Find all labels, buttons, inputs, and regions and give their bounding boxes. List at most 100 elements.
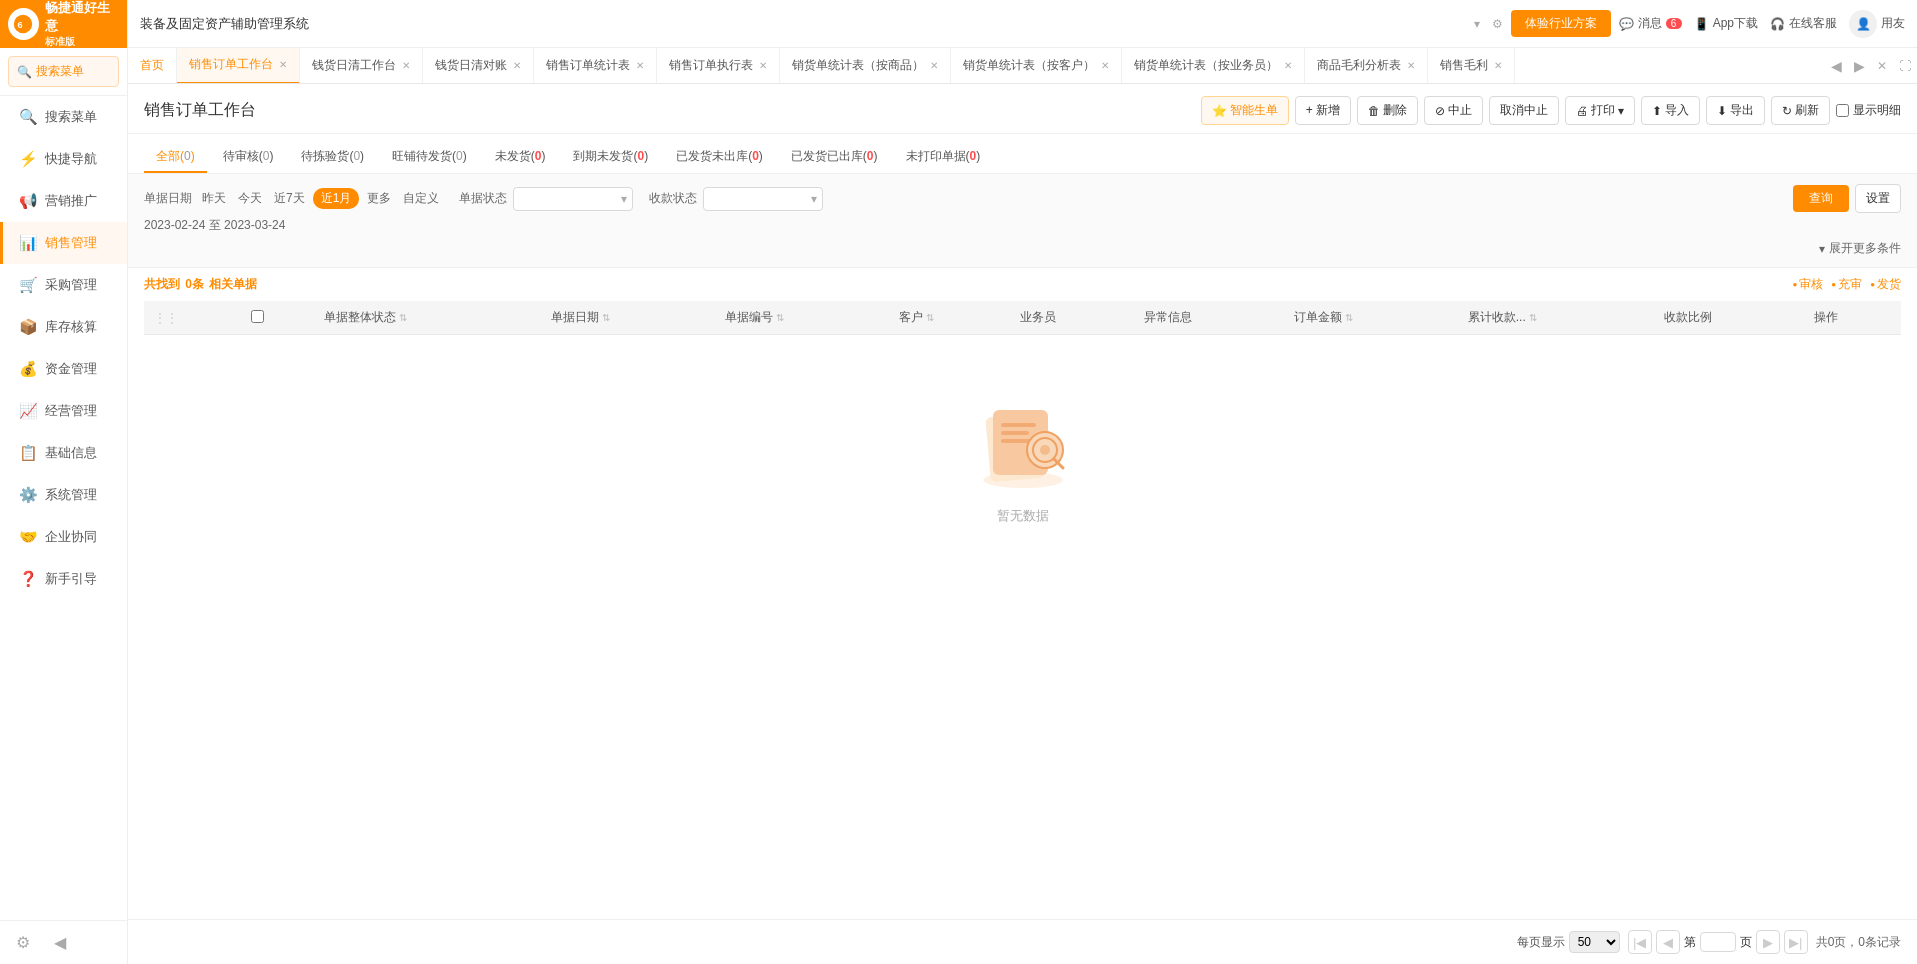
ai-generate-button[interactable]: ⭐ 智能生单 bbox=[1201, 96, 1289, 125]
setting-button[interactable]: 设置 bbox=[1855, 184, 1901, 213]
sidebar-item-marketing[interactable]: 📢营销推广 bbox=[0, 180, 127, 222]
date-opt-昨天[interactable]: 昨天 bbox=[198, 188, 230, 209]
app-download-action[interactable]: 📱 App下载 bbox=[1694, 15, 1758, 32]
tab-close-cash-daily[interactable]: ✕ bbox=[402, 60, 410, 71]
batch-btn-充审[interactable]: 充审 bbox=[1831, 276, 1862, 293]
industry-solution-button[interactable]: 体验行业方案 bbox=[1511, 10, 1611, 37]
tab-close-sales-workbench[interactable]: ✕ bbox=[279, 59, 287, 70]
tab-sales-stats[interactable]: 销售订单统计表✕ bbox=[534, 48, 657, 84]
tab-close-sales-profit[interactable]: ✕ bbox=[1494, 60, 1502, 71]
last-page-btn[interactable]: ▶| bbox=[1784, 930, 1808, 954]
select-all-checkbox[interactable] bbox=[251, 310, 264, 323]
import-button[interactable]: ⬆ 导入 bbox=[1641, 96, 1700, 125]
sidebar-nav: 🔍搜索菜单⚡快捷导航📢营销推广📊销售管理🛒采购管理📦库存核算💰资金管理📈经营管理… bbox=[0, 96, 127, 600]
cancel-stop-button[interactable]: 取消中止 bbox=[1489, 96, 1559, 125]
sidebar-item-guide[interactable]: ❓新手引导 bbox=[0, 558, 127, 600]
tab-close-sales-summary-staff[interactable]: ✕ bbox=[1284, 60, 1292, 71]
sidebar-item-quick-nav[interactable]: ⚡快捷导航 bbox=[0, 138, 127, 180]
first-page-btn[interactable]: |◀ bbox=[1628, 930, 1652, 954]
sub-tab-not-shipped[interactable]: 未发货(0) bbox=[483, 142, 558, 173]
date-opt-自定义[interactable]: 自定义 bbox=[399, 188, 443, 209]
tab-close-sales-summary-product[interactable]: ✕ bbox=[930, 60, 938, 71]
show-detail-label[interactable]: 显示明细 bbox=[1836, 102, 1901, 119]
next-page-btn[interactable]: ▶ bbox=[1756, 930, 1780, 954]
sidebar-item-system[interactable]: ⚙️系统管理 bbox=[0, 474, 127, 516]
sub-tab-shipped-out[interactable]: 已发货已出库(0) bbox=[779, 142, 890, 173]
date-opt-近7天[interactable]: 近7天 bbox=[270, 188, 309, 209]
system-settings-icon[interactable]: ⚙ bbox=[1492, 17, 1503, 31]
settings-button[interactable]: ⚙ bbox=[8, 929, 38, 956]
sub-tab-not-printed[interactable]: 未打印单据(0) bbox=[894, 142, 993, 173]
sidebar-item-inventory[interactable]: 📦库存核算 bbox=[0, 306, 127, 348]
tab-nav-next[interactable]: ▶ bbox=[1848, 48, 1871, 84]
tab-close-margin-analysis[interactable]: ✕ bbox=[1407, 60, 1415, 71]
tab-close-cash-reconcile[interactable]: ✕ bbox=[513, 60, 521, 71]
search-menu-button[interactable]: 🔍 搜索菜单 bbox=[8, 56, 119, 87]
batch-btn-审核[interactable]: 审核 bbox=[1792, 276, 1823, 293]
refresh-button[interactable]: ↻ 刷新 bbox=[1771, 96, 1830, 125]
sidebar-item-finance[interactable]: 💰资金管理 bbox=[0, 348, 127, 390]
sidebar-item-search[interactable]: 🔍搜索菜单 bbox=[0, 96, 127, 138]
message-action[interactable]: 💬 消息 6 bbox=[1619, 15, 1682, 32]
add-button[interactable]: + 新增 bbox=[1295, 96, 1351, 125]
query-button[interactable]: 查询 bbox=[1793, 185, 1849, 212]
tab-home[interactable]: 首页 bbox=[128, 48, 177, 84]
date-opt-近1月[interactable]: 近1月 bbox=[313, 188, 360, 209]
system-dropdown-icon[interactable]: ▾ bbox=[1474, 17, 1480, 31]
col-header-collected[interactable]: 累计收款...⇅ bbox=[1458, 301, 1654, 335]
col-header-customer[interactable]: 客户⇅ bbox=[889, 301, 1010, 335]
sidebar-item-base-info[interactable]: 📋基础信息 bbox=[0, 432, 127, 474]
per-page-select[interactable]: 102050100 bbox=[1569, 931, 1620, 953]
sidebar-item-purchase[interactable]: 🛒采购管理 bbox=[0, 264, 127, 306]
tab-sales-summary-customer[interactable]: 销货单统计表（按客户）✕ bbox=[951, 48, 1122, 84]
fullscreen-button[interactable]: ⛶ bbox=[1893, 48, 1917, 84]
payment-select[interactable] bbox=[703, 187, 823, 211]
sub-tab-shipped-not-out[interactable]: 已发货未出库(0) bbox=[664, 142, 775, 173]
page-header: 销售订单工作台 ⭐ 智能生单 + 新增 🗑 删除 ⊘ 中止 取消中止 🖨 bbox=[128, 84, 1917, 134]
tab-sales-workbench[interactable]: 销售订单工作台✕ bbox=[177, 48, 300, 84]
delete-button[interactable]: 🗑 删除 bbox=[1357, 96, 1418, 125]
tab-label-cash-daily: 钱货日清工作台 bbox=[312, 57, 396, 74]
print-button[interactable]: 🖨 打印 ▾ bbox=[1565, 96, 1635, 125]
tab-nav-prev[interactable]: ◀ bbox=[1825, 48, 1848, 84]
prev-page-btn[interactable]: ◀ bbox=[1656, 930, 1680, 954]
tab-sales-exec[interactable]: 销售订单执行表✕ bbox=[657, 48, 780, 84]
user-action[interactable]: 👤 用友 bbox=[1849, 10, 1905, 38]
tab-margin-analysis[interactable]: 商品毛利分析表✕ bbox=[1305, 48, 1428, 84]
sub-tab-label-not-printed: 未打印单据(0) bbox=[906, 149, 981, 163]
close-all-tabs[interactable]: ✕ bbox=[1871, 48, 1893, 84]
tab-cash-daily[interactable]: 钱货日清工作台 ✕ bbox=[300, 48, 423, 84]
collapse-button[interactable]: ◀ bbox=[46, 929, 74, 956]
sub-tab-overdue-not-shipped[interactable]: 到期未发货(0) bbox=[561, 142, 660, 173]
batch-btn-发货[interactable]: 发货 bbox=[1870, 276, 1901, 293]
expand-conditions-btn[interactable]: ▾ 展开更多条件 bbox=[1819, 240, 1901, 257]
col-header-date[interactable]: 单据日期⇅ bbox=[541, 301, 715, 335]
sidebar-item-sales[interactable]: 📊销售管理 bbox=[0, 222, 127, 264]
date-opt-更多[interactable]: 更多 bbox=[363, 188, 395, 209]
show-detail-checkbox[interactable] bbox=[1836, 104, 1849, 117]
page-number-input[interactable]: 1 bbox=[1700, 932, 1736, 952]
status-select[interactable] bbox=[513, 187, 633, 211]
stop-button[interactable]: ⊘ 中止 bbox=[1424, 96, 1483, 125]
tab-close-sales-stats[interactable]: ✕ bbox=[636, 60, 644, 71]
sub-tab-pending-inspect[interactable]: 待拣验货(0) bbox=[289, 142, 376, 173]
sidebar-item-enterprise[interactable]: 🤝企业协同 bbox=[0, 516, 127, 558]
sub-tab-all[interactable]: 全部(0) bbox=[144, 142, 207, 173]
col-header-status[interactable]: 单据整体状态⇅ bbox=[314, 301, 541, 335]
col-header-amount[interactable]: 订单金额⇅ bbox=[1284, 301, 1458, 335]
tab-sales-summary-staff[interactable]: 销货单统计表（按业务员）✕ bbox=[1122, 48, 1305, 84]
online-service-action[interactable]: 🎧 在线客服 bbox=[1770, 15, 1837, 32]
sub-tab-wangpu-pending[interactable]: 旺铺待发货(0) bbox=[380, 142, 479, 173]
system-title: 装备及固定资产辅助管理系统 bbox=[140, 15, 1466, 33]
col-header-number[interactable]: 单据编号⇅ bbox=[715, 301, 889, 335]
tab-close-sales-exec[interactable]: ✕ bbox=[759, 60, 767, 71]
date-opt-今天[interactable]: 今天 bbox=[234, 188, 266, 209]
export-button[interactable]: ⬇ 导出 bbox=[1706, 96, 1765, 125]
tab-sales-summary-product[interactable]: 销货单统计表（按商品）✕ bbox=[780, 48, 951, 84]
sidebar-item-operations[interactable]: 📈经营管理 bbox=[0, 390, 127, 432]
tab-sales-profit[interactable]: 销售毛利✕ bbox=[1428, 48, 1515, 84]
tab-cash-reconcile[interactable]: 钱货日清对账✕ bbox=[423, 48, 534, 84]
sub-tab-pending-review[interactable]: 待审核(0) bbox=[211, 142, 286, 173]
sidebar: 6 畅捷通好生意 标准版 🔍 搜索菜单 🔍搜索菜单⚡快捷导航📢营销推广📊销售管理… bbox=[0, 0, 128, 964]
tab-close-sales-summary-customer[interactable]: ✕ bbox=[1101, 60, 1109, 71]
